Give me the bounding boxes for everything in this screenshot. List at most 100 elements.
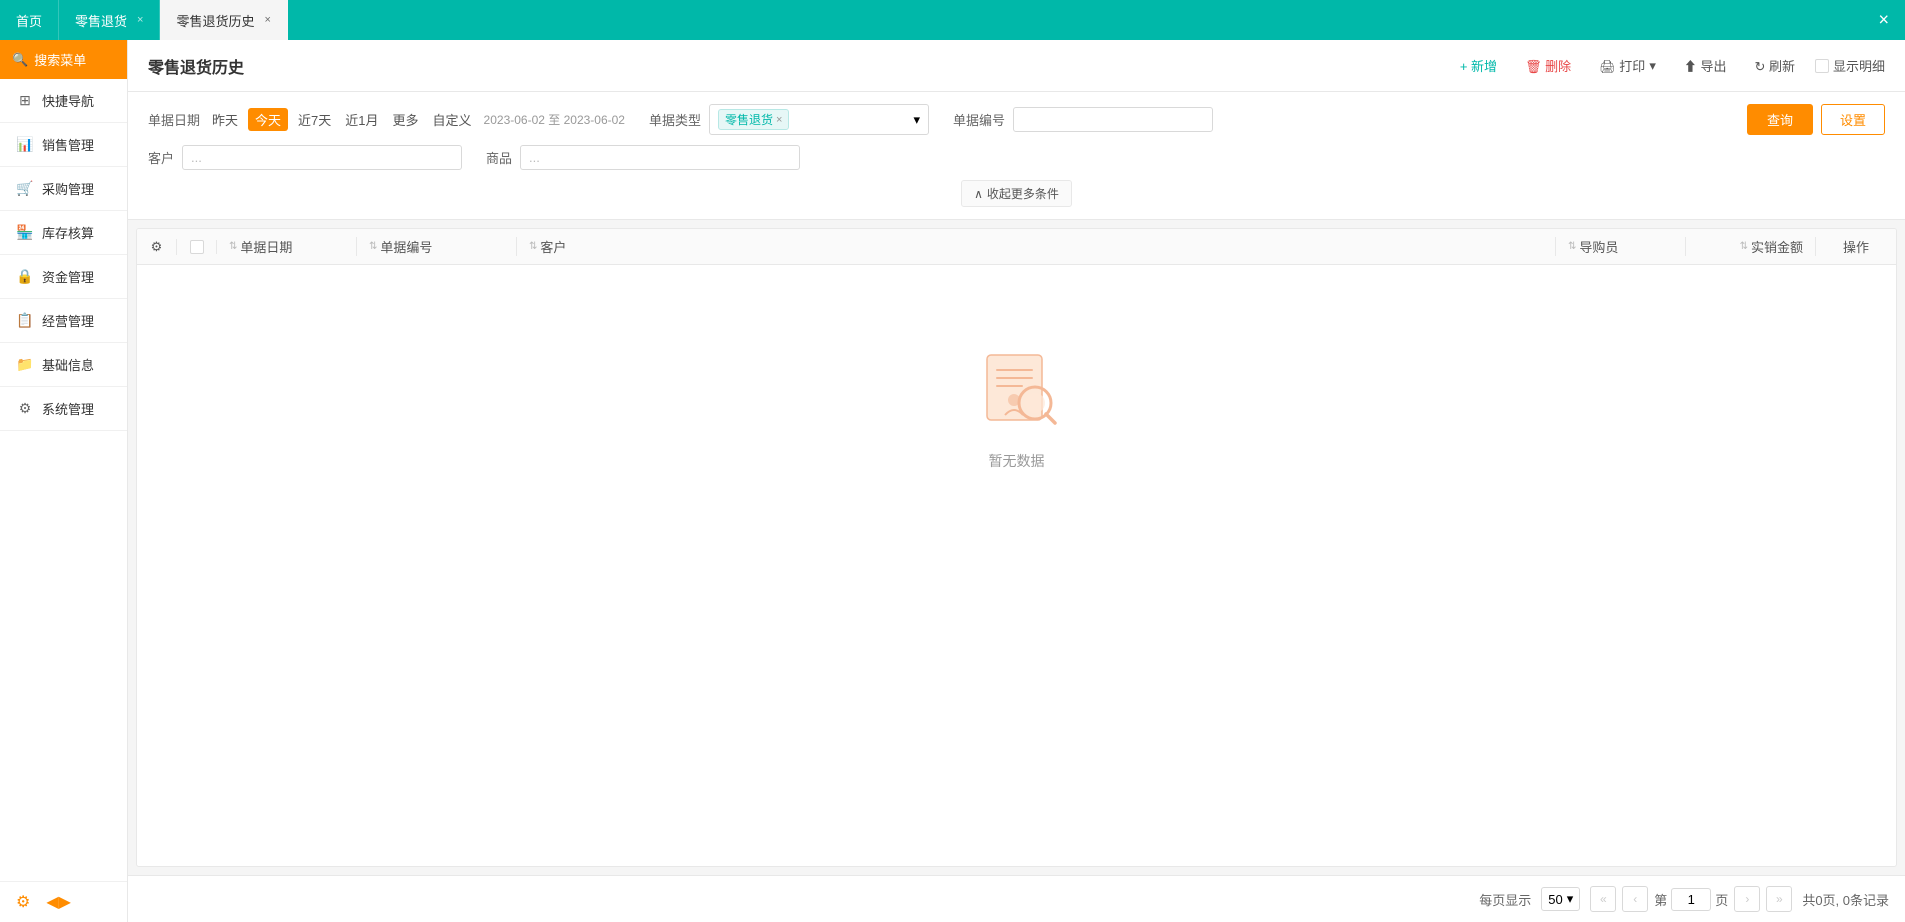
new-button[interactable]: + 新增 xyxy=(1452,52,1505,79)
sidebar-item-purchase-mgmt[interactable]: 🛒 采购管理 xyxy=(0,167,127,211)
th-customer: ⇅ 客户 xyxy=(517,237,1556,256)
date-option-more[interactable]: 更多 xyxy=(389,108,423,131)
tab-retail-return-history-close[interactable]: × xyxy=(264,14,270,26)
prev-page-button[interactable]: ‹ xyxy=(1622,886,1648,912)
window-close-icon[interactable]: × xyxy=(1878,10,1889,31)
sort-amount-icon[interactable]: ⇅ xyxy=(1740,241,1748,252)
empty-text: 暂无数据 xyxy=(989,451,1045,471)
date-range-display: 2023-06-02 至 2023-06-02 xyxy=(484,111,625,128)
date-option-1month[interactable]: 近1月 xyxy=(341,108,382,131)
table-settings-icon: ⚙ xyxy=(151,239,163,255)
goods-filter-group: 商品 ... xyxy=(486,145,800,170)
goods-input[interactable]: ... xyxy=(520,145,800,170)
customer-filter-group: 客户 ... xyxy=(148,145,462,170)
filter-row-2: 客户 ... 商品 ... xyxy=(148,145,1885,170)
doc-number-filter-group: 单据编号 xyxy=(953,107,1213,132)
inventory-icon: 🏪 xyxy=(16,224,34,242)
print-dropdown-icon: ▾ xyxy=(1649,58,1656,74)
date-option-today[interactable]: 今天 xyxy=(248,108,288,131)
date-filter-group: 单据日期 昨天 今天 近7天 近1月 更多 自定义 2023-06-02 至 2… xyxy=(148,108,625,131)
basic-info-icon: 📁 xyxy=(16,356,34,374)
query-actions: 查询 设置 xyxy=(1747,104,1885,135)
top-bar: 首页 零售退货 × 零售退货历史 × × xyxy=(0,0,1905,40)
table-header: ⚙ ⇅ 单据日期 ⇅ 单据编号 ⇅ 客户 ⇅ xyxy=(137,229,1896,265)
sidebar-bottom: ⚙ ◀▶ xyxy=(0,881,127,922)
per-page-label: 每页显示 xyxy=(1479,890,1531,909)
main-layout: 🔍 搜索菜单 ⊞ 快捷导航 📊 销售管理 🛒 采购管理 🏪 库存核算 🔒 资金管… xyxy=(0,40,1905,922)
per-page-select[interactable]: 50 ▾ xyxy=(1541,887,1580,911)
customer-dots: ... xyxy=(191,150,453,165)
filter-panel: 单据日期 昨天 今天 近7天 近1月 更多 自定义 2023-06-02 至 2… xyxy=(128,92,1905,220)
doc-type-dropdown-icon: ▾ xyxy=(913,112,920,128)
sidebar: 🔍 搜索菜单 ⊞ 快捷导航 📊 销售管理 🛒 采购管理 🏪 库存核算 🔒 资金管… xyxy=(0,40,128,922)
select-all-checkbox[interactable] xyxy=(190,240,204,254)
date-option-custom[interactable]: 自定义 xyxy=(429,108,476,131)
sys-mgmt-icon: ⚙ xyxy=(16,400,34,418)
sidebar-item-sys-mgmt[interactable]: ⚙ 系统管理 xyxy=(0,387,127,431)
purchase-icon: 🛒 xyxy=(16,180,34,198)
date-option-yesterday[interactable]: 昨天 xyxy=(208,108,242,131)
sidebar-item-operations[interactable]: 📋 经营管理 xyxy=(0,299,127,343)
doc-type-select[interactable]: 零售退货 × ▾ xyxy=(709,104,929,135)
th-settings[interactable]: ⚙ xyxy=(137,239,177,255)
pagination-bar: 每页显示 50 ▾ « ‹ 第 页 › » 共0页, 0条记录 xyxy=(128,875,1905,922)
export-button[interactable]: ⬆ 导出 xyxy=(1676,52,1735,79)
sort-date-icon[interactable]: ⇅ xyxy=(229,241,237,252)
sort-guide-icon[interactable]: ⇅ xyxy=(1568,241,1576,252)
date-options: 昨天 今天 近7天 近1月 更多 自定义 xyxy=(208,108,476,131)
sort-number-icon[interactable]: ⇅ xyxy=(369,241,377,252)
sidebar-item-sales-mgmt[interactable]: 📊 销售管理 xyxy=(0,123,127,167)
display-detail-checkbox[interactable]: 显示明细 xyxy=(1815,56,1885,75)
quick-nav-icon: ⊞ xyxy=(16,92,34,110)
query-button[interactable]: 查询 xyxy=(1747,104,1813,135)
sidebar-item-finance[interactable]: 🔒 资金管理 xyxy=(0,255,127,299)
sales-icon: 📊 xyxy=(16,136,34,154)
goods-label: 商品 xyxy=(486,148,512,167)
doc-type-filter-group: 单据类型 零售退货 × ▾ xyxy=(649,104,929,135)
th-action: 操作 xyxy=(1816,237,1896,256)
page-number-input[interactable] xyxy=(1671,888,1711,911)
empty-state: 暂无数据 xyxy=(137,265,1896,551)
collapse-button[interactable]: ∧ 收起更多条件 xyxy=(961,180,1072,207)
table-area: ⚙ ⇅ 单据日期 ⇅ 单据编号 ⇅ 客户 ⇅ xyxy=(136,228,1897,867)
set-button[interactable]: 设置 xyxy=(1821,104,1885,135)
sidebar-search[interactable]: 🔍 搜索菜单 xyxy=(0,40,127,79)
goods-dots: ... xyxy=(529,150,791,165)
page-title: 零售退货历史 xyxy=(148,54,244,78)
total-info: 共0页, 0条记录 xyxy=(1802,890,1889,909)
sidebar-settings-icon[interactable]: ⚙ xyxy=(16,892,30,912)
refresh-button[interactable]: ↻ 刷新 xyxy=(1746,52,1803,79)
tab-home[interactable]: 首页 xyxy=(0,0,59,40)
sidebar-item-quick-nav[interactable]: ⊞ 快捷导航 xyxy=(0,79,127,123)
print-button[interactable]: 🖨 打印 ▾ xyxy=(1591,52,1664,79)
customer-input[interactable]: ... xyxy=(182,145,462,170)
sort-customer-icon[interactable]: ⇅ xyxy=(529,241,537,252)
collapse-section: ∧ 收起更多条件 xyxy=(148,180,1885,207)
tab-retail-return[interactable]: 零售退货 × xyxy=(59,0,160,40)
pagination-nav: « ‹ 第 页 › » xyxy=(1590,886,1792,912)
per-page-dropdown-icon: ▾ xyxy=(1567,891,1574,907)
first-page-button[interactable]: « xyxy=(1590,886,1616,912)
tab-retail-return-history[interactable]: 零售退货历史 × xyxy=(160,0,287,40)
filter-row-1: 单据日期 昨天 今天 近7天 近1月 更多 自定义 2023-06-02 至 2… xyxy=(148,104,1885,135)
th-amount: ⇅ 实销金额 xyxy=(1686,237,1816,256)
sidebar-volume-icon[interactable]: ◀▶ xyxy=(46,892,71,912)
doc-type-tag-close[interactable]: × xyxy=(776,114,782,126)
delete-button[interactable]: 🗑 删除 xyxy=(1517,52,1579,79)
sidebar-item-inventory[interactable]: 🏪 库存核算 xyxy=(0,211,127,255)
date-filter-label: 单据日期 xyxy=(148,110,200,129)
header-actions: + 新增 🗑 删除 🖨 打印 ▾ ⬆ 导出 ↻ 刷新 显示明细 xyxy=(1452,52,1885,79)
sidebar-item-basic-info[interactable]: 📁 基础信息 xyxy=(0,343,127,387)
page-input-group: 第 页 xyxy=(1654,888,1728,911)
last-page-button[interactable]: » xyxy=(1766,886,1792,912)
th-number: ⇅ 单据编号 xyxy=(357,237,517,256)
th-checkbox[interactable] xyxy=(177,240,217,254)
next-page-button[interactable]: › xyxy=(1734,886,1760,912)
tab-retail-return-close[interactable]: × xyxy=(137,14,143,26)
doc-type-label: 单据类型 xyxy=(649,110,701,129)
search-icon: 🔍 xyxy=(12,52,28,68)
doc-number-label: 单据编号 xyxy=(953,110,1005,129)
date-option-7days[interactable]: 近7天 xyxy=(294,108,335,131)
display-detail-checkbox-box[interactable] xyxy=(1815,59,1829,73)
doc-number-input[interactable] xyxy=(1013,107,1213,132)
